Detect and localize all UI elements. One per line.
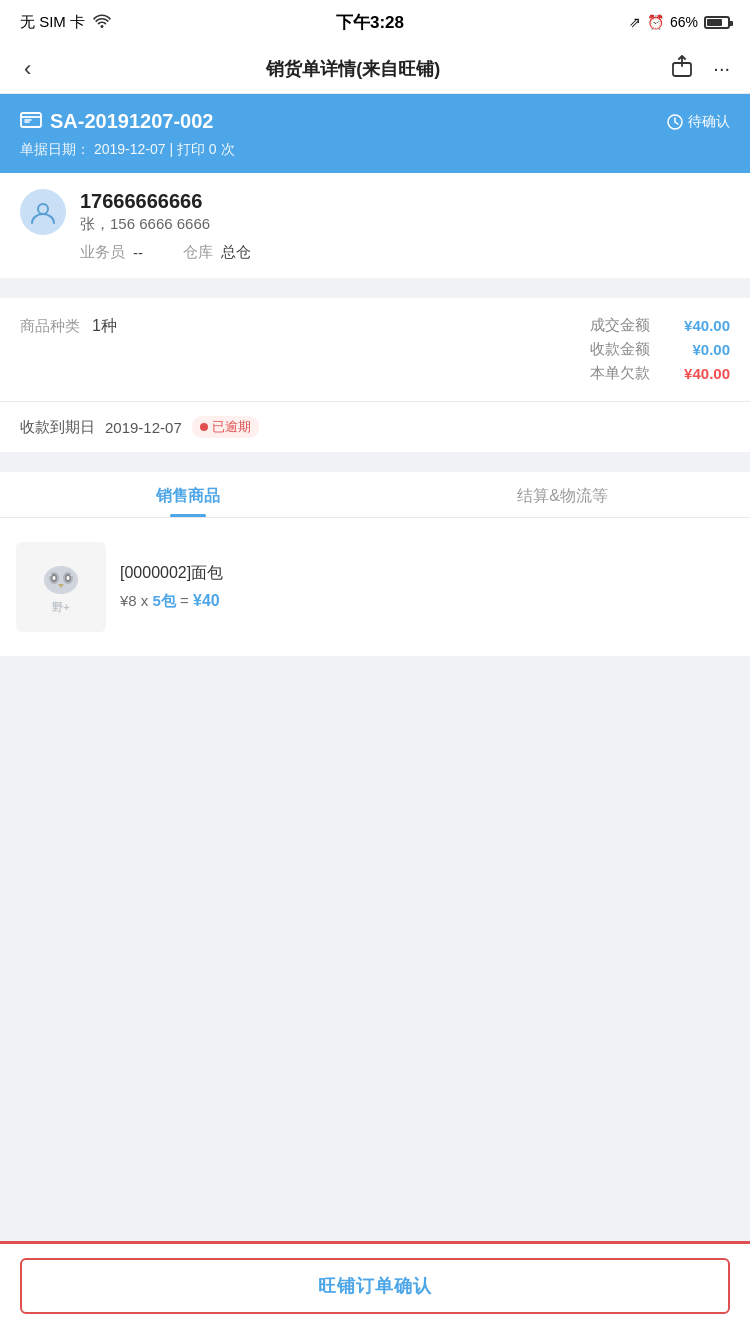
bottom-bar: 旺铺订单确认 [0,1241,750,1334]
nav-actions: ··· [667,51,734,86]
order-icon [20,110,42,133]
salesperson-item: 业务员 -- [80,243,143,262]
order-date: 2019-12-07 [94,141,166,157]
due-date-value: 2019-12-07 [105,419,182,436]
customer-meta: 业务员 -- 仓库 总仓 [20,243,730,262]
battery-icon [704,16,730,29]
owed-value: ¥40.00 [660,365,730,382]
product-item: 野+ [0000002]面包 ¥8 x 5包 = ¥40 [16,534,734,640]
tab-settlement[interactable]: 结算&物流等 [375,472,750,517]
product-price-row: ¥8 x 5包 = ¥40 [120,592,734,611]
stats-card: 商品种类 1种 成交金额 ¥40.00 收款金额 ¥0.00 本单欠款 ¥40.… [0,298,750,401]
customer-card: 17666666666 张，156 6666 6666 业务员 -- 仓库 总仓 [0,173,750,278]
status-bar: 无 SIM 卡 下午3:28 ⇗ ⏰ 66% [0,0,750,44]
warehouse-item: 仓库 总仓 [183,243,251,262]
order-id-row: SA-20191207-002 [20,110,213,133]
warehouse-value: 总仓 [221,243,251,262]
nav-bar: ‹ 销货单详情(来自旺铺) ··· [0,44,750,94]
product-name: [0000002]面包 [120,563,734,584]
deal-amount-value: ¥40.00 [660,317,730,334]
received-label: 收款金额 [590,340,650,359]
alarm-icon: ⏰ [647,14,664,30]
thumb-inner: 野+ [39,560,83,615]
status-right: ⇗ ⏰ 66% [629,14,730,30]
stats-right: 成交金额 ¥40.00 收款金额 ¥0.00 本单欠款 ¥40.00 [590,316,730,383]
order-id: SA-20191207-002 [50,110,213,133]
product-info: [0000002]面包 ¥8 x 5包 = ¥40 [120,563,734,611]
overdue-dot [200,423,208,431]
wifi-icon [93,14,111,31]
owed-item: 本单欠款 ¥40.00 [590,364,730,383]
divider-3 [0,462,750,472]
product-type-value: 1种 [92,316,117,337]
product-total: ¥40 [193,592,220,609]
main-content: SA-20191207-002 待确认 单据日期： 2019-12-07 | 打… [0,94,750,1334]
share-button[interactable] [667,51,697,86]
received-value: ¥0.00 [660,341,730,358]
stats-left: 商品种类 1种 [20,316,590,337]
due-date-card: 收款到期日 2019-12-07 已逾期 [0,402,750,452]
order-header: SA-20191207-002 待确认 单据日期： 2019-12-07 | 打… [0,94,750,173]
deal-amount-label: 成交金额 [590,316,650,335]
status-time: 下午3:28 [336,11,404,34]
confirm-button[interactable]: 旺铺订单确认 [20,1258,730,1314]
status-left: 无 SIM 卡 [20,13,111,32]
tabs: 销售商品 结算&物流等 [0,472,750,518]
svg-point-10 [67,576,70,580]
salesperson-label: 业务员 [80,243,125,262]
received-item: 收款金额 ¥0.00 [590,340,730,359]
svg-point-9 [53,576,56,580]
carrier-label: 无 SIM 卡 [20,13,85,32]
order-date-row: 单据日期： 2019-12-07 | 打印 0 次 [20,141,730,159]
overdue-badge: 已逾期 [192,416,259,438]
warehouse-label: 仓库 [183,243,213,262]
overdue-text: 已逾期 [212,418,251,436]
date-label: 单据日期： [20,141,90,157]
avatar [20,189,66,235]
product-thumbnail: 野+ [16,542,106,632]
page-title: 销货单详情(来自旺铺) [39,57,667,81]
content-spacer [0,656,750,1241]
date-separator: | [169,141,177,157]
product-quantity: 5包 [153,592,176,609]
order-status: 待确认 [667,113,730,131]
customer-phone: 17666666666 [80,190,210,213]
tab-sales-products[interactable]: 销售商品 [0,472,375,517]
due-date-label: 收款到期日 [20,418,95,437]
salesperson-value: -- [133,244,143,261]
deal-amount-item: 成交金额 ¥40.00 [590,316,730,335]
back-button[interactable]: ‹ [16,50,39,88]
battery-percent: 66% [670,14,698,30]
divider-1 [0,288,750,298]
owed-label: 本单欠款 [590,364,650,383]
product-price: ¥8 [120,592,137,609]
print-info: 打印 0 次 [177,141,235,157]
more-button[interactable]: ··· [709,53,734,84]
customer-name-phone: 张，156 6666 6666 [80,215,210,234]
product-type-label: 商品种类 [20,317,80,336]
multiply-sign: x [141,592,153,609]
stats-row: 商品种类 1种 成交金额 ¥40.00 收款金额 ¥0.00 本单欠款 ¥40.… [20,316,730,383]
order-header-top: SA-20191207-002 待确认 [20,110,730,133]
thumb-label: 野+ [52,600,69,615]
equals-sign: = [180,592,193,609]
svg-point-3 [38,204,48,214]
customer-row: 17666666666 张，156 6666 6666 [20,189,730,235]
location-icon: ⇗ [629,14,641,30]
product-list: 野+ [0000002]面包 ¥8 x 5包 = ¥40 [0,518,750,656]
customer-info: 17666666666 张，156 6666 6666 [80,190,210,234]
status-label: 待确认 [688,113,730,131]
